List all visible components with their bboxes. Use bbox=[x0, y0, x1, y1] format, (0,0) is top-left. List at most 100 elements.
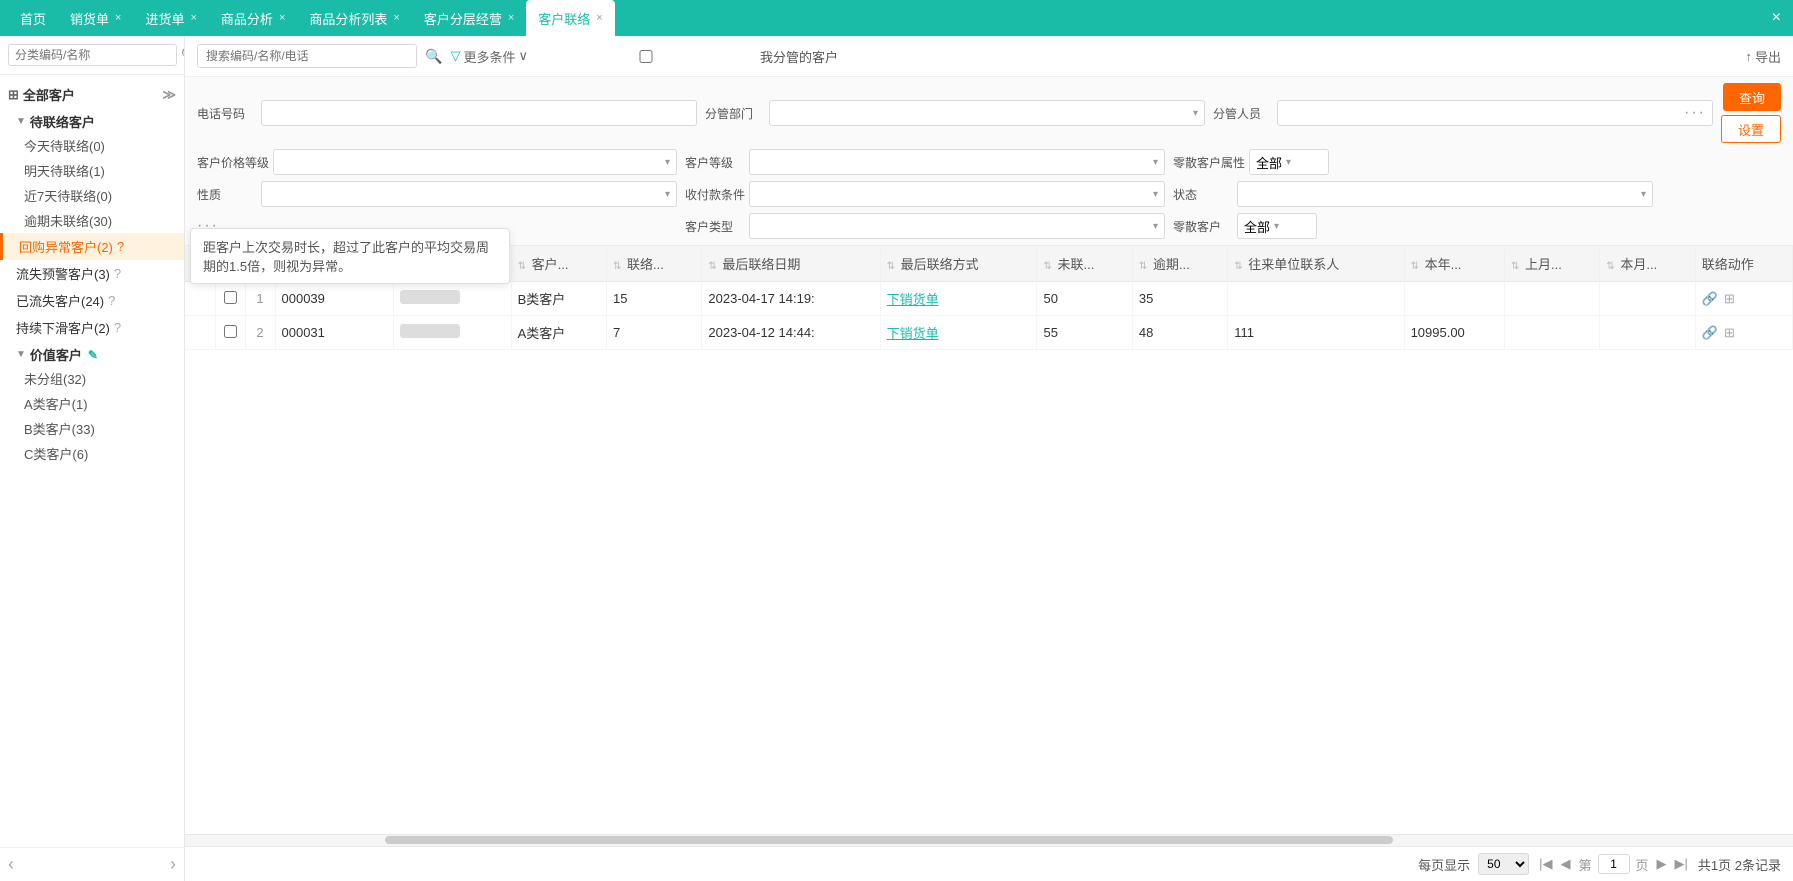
sidebar-repurchase-abnormal[interactable]: 回购异常客户(2) ? bbox=[0, 233, 184, 260]
close-tab-purchase-order[interactable]: × bbox=[190, 12, 196, 24]
caret-customer-type: ▾ bbox=[1153, 221, 1158, 232]
col-last-method[interactable]: ⇅ 最后联络方式 bbox=[880, 246, 1037, 282]
col-this-year[interactable]: ⇅ 本年... bbox=[1404, 246, 1504, 282]
sidebar-c-class[interactable]: C类客户(6) bbox=[0, 441, 184, 466]
col-contacts[interactable]: ⇅ 往来单位联系人 bbox=[1228, 246, 1404, 282]
select-price-level[interactable]: ▾ bbox=[273, 149, 677, 175]
info-icon-churn-warning[interactable]: ? bbox=[114, 266, 121, 281]
tab-product-analysis[interactable]: 商品分析 × bbox=[209, 0, 297, 36]
input-phone[interactable] bbox=[261, 100, 697, 126]
select-retail-customer[interactable]: 全部 ▾ bbox=[1237, 213, 1317, 239]
label-phone: 电话号码 bbox=[197, 105, 257, 122]
info-icon-declining[interactable]: ? bbox=[114, 320, 121, 335]
sidebar-left-scroll[interactable]: ‹ bbox=[8, 854, 14, 875]
close-tab-product-analysis[interactable]: × bbox=[279, 12, 285, 24]
action-link-icon-0[interactable]: 🔗 bbox=[1702, 291, 1718, 307]
sidebar-declining[interactable]: 持续下滑客户(2) ? bbox=[0, 314, 184, 341]
horizontal-scrollbar[interactable] bbox=[185, 834, 1793, 846]
collapse-icon[interactable]: ≫ bbox=[162, 87, 176, 103]
filter-row-2: 客户价格等级 ▾ 客户等级 ▾ 零散客户属性 全部 bbox=[197, 149, 1781, 175]
sidebar-right-scroll[interactable]: › bbox=[170, 854, 176, 875]
close-tab-customer-segmentation[interactable]: × bbox=[508, 12, 514, 24]
my-customer-check[interactable] bbox=[536, 50, 756, 63]
row-checkbox-1[interactable] bbox=[215, 316, 245, 350]
label-status: 状态 bbox=[1173, 186, 1233, 203]
link-method-0[interactable]: 下销货单 bbox=[887, 292, 939, 307]
tab-sales-order[interactable]: 销货单 × bbox=[58, 0, 133, 36]
row-last-date-0: 2023-04-17 14:19: bbox=[702, 282, 880, 316]
sidebar-search-input[interactable] bbox=[8, 44, 177, 66]
col-uncontacted[interactable]: ⇅ 未联... bbox=[1037, 246, 1132, 282]
col-last-date[interactable]: ⇅ 最后联络日期 bbox=[702, 246, 880, 282]
info-icon-repurchase[interactable]: ? bbox=[117, 239, 124, 254]
select-payment[interactable]: ▾ bbox=[749, 181, 1165, 207]
sidebar-churn-warning[interactable]: 流失预警客户(3) ? bbox=[0, 260, 184, 287]
edit-value-icon[interactable]: ✎ bbox=[88, 348, 98, 362]
dots-person[interactable]: ··· bbox=[1684, 104, 1706, 122]
search-icon[interactable]: 🔍 bbox=[425, 48, 442, 65]
action-more-icon-1[interactable]: ⊞ bbox=[1724, 325, 1735, 341]
close-tab-customer-contact[interactable]: × bbox=[596, 12, 602, 24]
sidebar-overdue-pending[interactable]: 逾期未联络(30) bbox=[0, 208, 184, 233]
first-page-button[interactable]: |◀ bbox=[1537, 856, 1554, 872]
close-tab-product-analysis-list[interactable]: × bbox=[393, 12, 399, 24]
select-dept[interactable]: ▾ bbox=[769, 100, 1205, 126]
settings-button[interactable]: 设置 bbox=[1721, 115, 1781, 143]
col-contact[interactable]: ⇅ 联络... bbox=[607, 246, 702, 282]
sidebar-value-section[interactable]: ▼ 价值客户 ✎ bbox=[0, 341, 184, 366]
tab-purchase-order[interactable]: 进货单 × bbox=[133, 0, 208, 36]
query-button[interactable]: 查询 bbox=[1723, 83, 1781, 111]
search-input[interactable] bbox=[197, 44, 417, 68]
row-this-year-1: 10995.00 bbox=[1404, 316, 1504, 350]
export-button[interactable]: ↑ 导出 bbox=[1745, 47, 1781, 66]
sidebar-tomorrow-pending[interactable]: 明天待联络(1) bbox=[0, 158, 184, 183]
caret-retail-customer: ▾ bbox=[1274, 221, 1279, 232]
sidebar-ungrouped[interactable]: 未分组(32) bbox=[0, 366, 184, 391]
sidebar-pending-section[interactable]: ▼ 待联络客户 bbox=[0, 108, 184, 133]
tab-customer-contact[interactable]: 客户联络 × bbox=[526, 0, 614, 36]
page-number-input[interactable] bbox=[1598, 854, 1630, 874]
select-retail-attr[interactable]: 全部 ▾ bbox=[1249, 149, 1329, 175]
select-customer-type[interactable]: ▾ bbox=[749, 213, 1165, 239]
more-conditions-button[interactable]: ▽ 更多条件 ∨ bbox=[450, 47, 528, 66]
link-method-1[interactable]: 下销货单 bbox=[887, 326, 939, 341]
last-page-button[interactable]: ▶| bbox=[1673, 856, 1690, 872]
col-overdue[interactable]: ⇅ 逾期... bbox=[1132, 246, 1227, 282]
prev-page-button[interactable]: ◀ bbox=[1559, 856, 1573, 872]
col-last-month[interactable]: ⇅ 上月... bbox=[1505, 246, 1600, 282]
row-checkbox-0[interactable] bbox=[215, 282, 245, 316]
tab-customer-segmentation[interactable]: 客户分层经营 × bbox=[412, 0, 526, 36]
tab-home[interactable]: 首页 bbox=[8, 0, 58, 36]
row-last-method-1[interactable]: 下销货单 bbox=[880, 316, 1037, 350]
tab-product-analysis-list[interactable]: 商品分析列表 × bbox=[297, 0, 411, 36]
per-page-select[interactable]: 50 20 100 bbox=[1478, 853, 1529, 875]
col-category[interactable]: ⇅ 客户... bbox=[511, 246, 606, 282]
action-more-icon-0[interactable]: ⊞ bbox=[1724, 291, 1735, 307]
my-customer-checkbox[interactable]: 我分管的客户 bbox=[536, 47, 838, 66]
select-status[interactable]: ▾ bbox=[1237, 181, 1653, 207]
select-nature[interactable]: ▾ bbox=[261, 181, 677, 207]
table-row: 2 000031 A类客户 7 2023-04-12 14:44: 下销货单 5… bbox=[185, 316, 1793, 350]
sidebar-b-class[interactable]: B类客户(33) bbox=[0, 416, 184, 441]
sidebar-a-class[interactable]: A类客户(1) bbox=[0, 391, 184, 416]
caret-nature: ▾ bbox=[665, 189, 670, 200]
next-page-button[interactable]: ▶ bbox=[1655, 856, 1669, 872]
row-last-method-0[interactable]: 下销货单 bbox=[880, 282, 1037, 316]
row-action-0[interactable]: 🔗 ⊞ bbox=[1695, 282, 1792, 316]
col-this-month[interactable]: ⇅ 本月... bbox=[1600, 246, 1695, 282]
action-link-icon-1[interactable]: 🔗 bbox=[1702, 325, 1718, 341]
close-window-button[interactable]: × bbox=[1772, 9, 1781, 27]
scrollbar-thumb[interactable] bbox=[385, 836, 1393, 844]
sidebar-all-customers[interactable]: ⊞ 全部客户 ≫ bbox=[0, 81, 184, 108]
row-action-1[interactable]: 🔗 ⊞ bbox=[1695, 316, 1792, 350]
close-tab-sales-order[interactable]: × bbox=[115, 12, 121, 24]
select-person[interactable]: ··· bbox=[1277, 100, 1713, 126]
row-num-0: 1 bbox=[245, 282, 275, 316]
arrow-down-icon: ▼ bbox=[16, 116, 26, 127]
sidebar-today-pending[interactable]: 今天待联络(0) bbox=[0, 133, 184, 158]
filter-payment: 收付款条件 ▾ bbox=[685, 181, 1165, 207]
select-customer-level[interactable]: ▾ bbox=[749, 149, 1165, 175]
info-icon-churned[interactable]: ? bbox=[108, 293, 115, 308]
sidebar-7day-pending[interactable]: 近7天待联络(0) bbox=[0, 183, 184, 208]
sidebar-churned[interactable]: 已流失客户(24) ? bbox=[0, 287, 184, 314]
